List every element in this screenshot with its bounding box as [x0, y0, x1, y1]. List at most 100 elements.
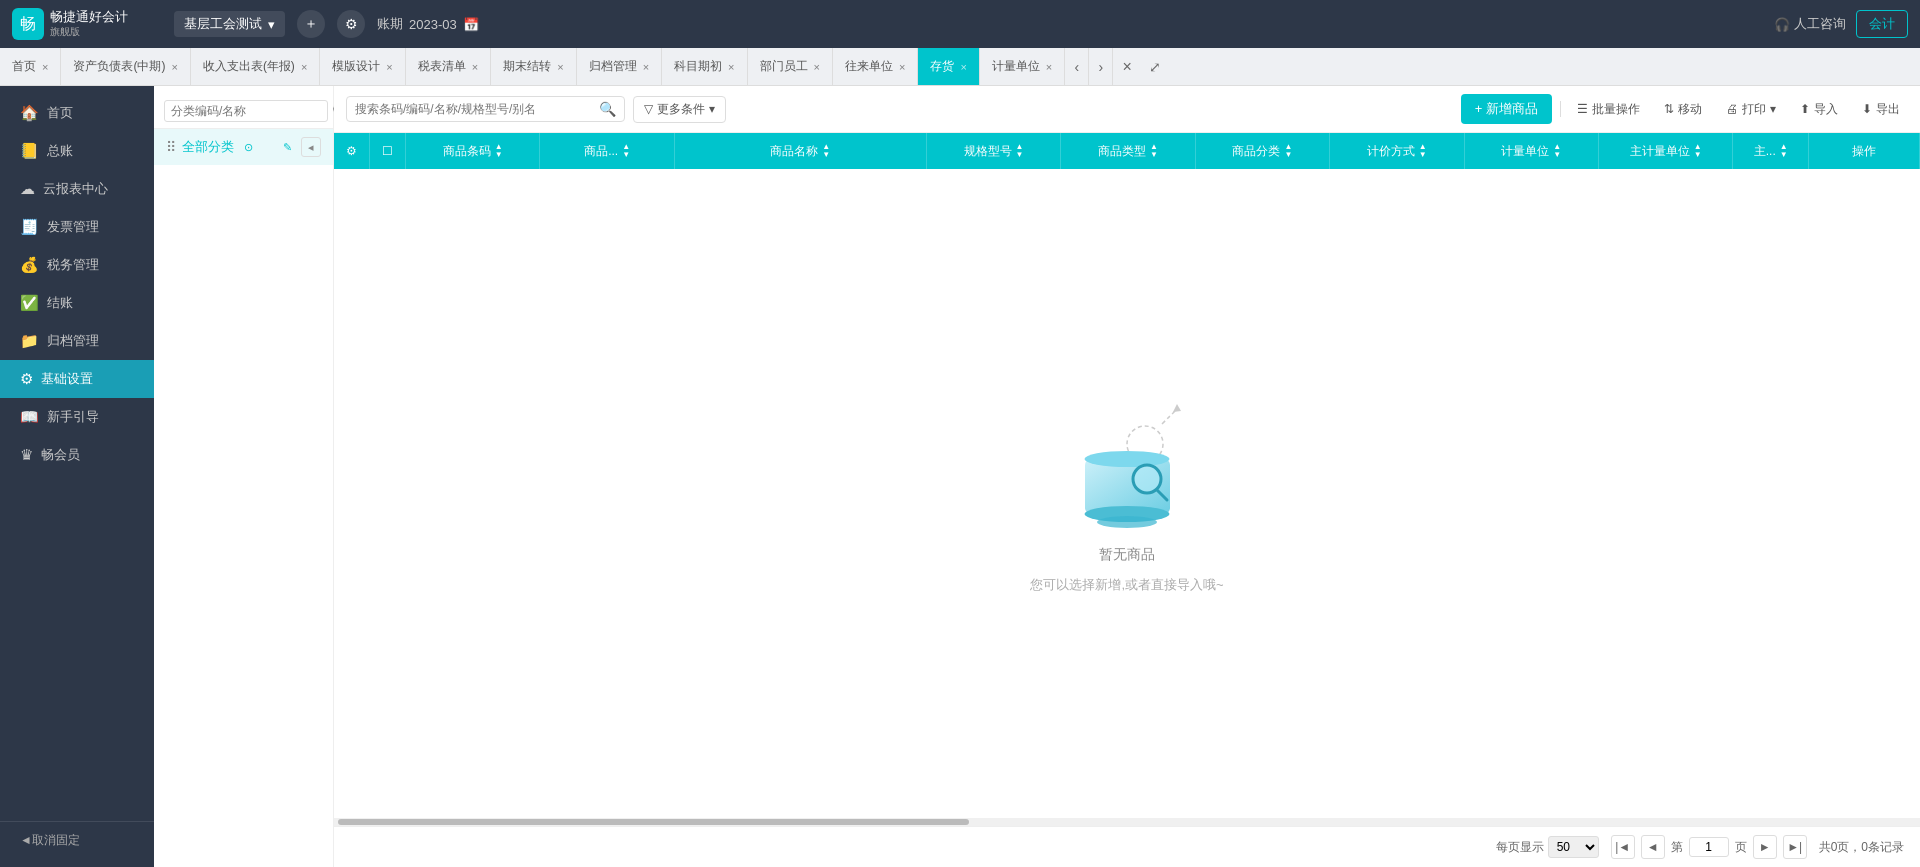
tab-tax-list[interactable]: 税表清单 ×	[406, 48, 491, 86]
sidebar-item-archive[interactable]: 📁 归档管理	[0, 322, 154, 360]
sidebar-item-home[interactable]: 🏠 首页	[0, 94, 154, 132]
pagination: |◄ ◄ 第 页 ► ►|	[1611, 835, 1807, 859]
product-search-input[interactable]	[355, 102, 595, 116]
tab-close-icon[interactable]: ×	[386, 61, 392, 73]
th-price-mode[interactable]: 计价方式 ▲▼	[1330, 133, 1464, 169]
sidebar-item-cloud-report[interactable]: ☁ 云报表中心	[0, 170, 154, 208]
tab-dept-staff[interactable]: 部门员工 ×	[748, 48, 833, 86]
tab-next-button[interactable]: ›	[1089, 48, 1113, 86]
tab-inventory[interactable]: 存货 ×	[918, 48, 979, 86]
search-icon[interactable]: 🔍	[599, 101, 616, 117]
sidebar-label: 基础设置	[41, 370, 93, 388]
sidebar-item-ledger[interactable]: 📒 总账	[0, 132, 154, 170]
move-button[interactable]: ⇅ 移动	[1656, 97, 1710, 122]
tab-subject-init[interactable]: 科目期初 ×	[662, 48, 747, 86]
tab-close-all-button[interactable]: ×	[1113, 48, 1141, 86]
service-button[interactable]: 🎧 人工咨询	[1774, 15, 1846, 33]
th-product-type[interactable]: 商品类型 ▲▼	[1061, 133, 1195, 169]
sidebar-item-guide[interactable]: 📖 新手引导	[0, 398, 154, 436]
category-edit-button[interactable]: ✎	[277, 137, 297, 157]
horizontal-scrollbar[interactable]	[334, 818, 1920, 826]
tab-prev-button[interactable]: ‹	[1065, 48, 1089, 86]
tab-close-icon[interactable]: ×	[960, 61, 966, 73]
print-button[interactable]: 🖨 打印 ▾	[1718, 97, 1784, 122]
header-right: 🎧 人工咨询 会计	[1774, 10, 1908, 38]
tab-expand-button[interactable]: ⤢	[1141, 48, 1169, 86]
sidebar-item-basic-settings[interactable]: ⚙ 基础设置	[0, 360, 154, 398]
th-code[interactable]: 商品... ▲▼	[540, 133, 674, 169]
empty-title: 暂无商品	[1099, 546, 1155, 564]
sidebar-label: 税务管理	[47, 256, 99, 274]
th-operations: 操作	[1809, 133, 1920, 169]
ledger-icon: 📒	[20, 142, 39, 160]
sort-arrows-icon: ▲▼	[822, 143, 830, 159]
plus-icon[interactable]: ＋	[297, 10, 325, 38]
tab-template-design[interactable]: 模版设计 ×	[320, 48, 405, 86]
first-page-button[interactable]: |◄	[1611, 835, 1635, 859]
tab-close-icon[interactable]: ×	[301, 61, 307, 73]
category-search-input[interactable]	[164, 100, 328, 122]
th-main-unit[interactable]: 主计量单位 ▲▼	[1599, 133, 1733, 169]
tab-unit[interactable]: 计量单位 ×	[980, 48, 1065, 86]
tab-close-icon[interactable]: ×	[42, 61, 48, 73]
calendar-icon[interactable]: 📅	[463, 17, 479, 32]
sort-arrows-icon: ▲▼	[1419, 143, 1427, 159]
batch-operation-button[interactable]: ☰ 批量操作	[1569, 97, 1648, 122]
category-label: 全部分类	[182, 138, 234, 156]
th-product-category[interactable]: 商品分类 ▲▼	[1196, 133, 1330, 169]
tab-archive[interactable]: 归档管理 ×	[577, 48, 662, 86]
page-label-suffix: 页	[1735, 839, 1747, 856]
tab-close-icon[interactable]: ×	[1046, 61, 1052, 73]
settings-icon[interactable]: ⚙	[337, 10, 365, 38]
sidebar-label: 归档管理	[47, 332, 99, 350]
table-area: ⚙ ☐ 商品条码 ▲▼ 商品... ▲▼ 商品名称 ▲▼	[334, 133, 1920, 826]
chevron-down-icon: ▾	[709, 102, 715, 116]
th-unit[interactable]: 计量单位 ▲▼	[1465, 133, 1599, 169]
tab-close-icon[interactable]: ×	[899, 61, 905, 73]
th-gear[interactable]: ⚙	[334, 133, 370, 169]
invoice-icon: 🧾	[20, 218, 39, 236]
filter-button[interactable]: ▽ 更多条件 ▾	[633, 96, 726, 123]
th-name[interactable]: 商品名称 ▲▼	[675, 133, 927, 169]
per-page-select[interactable]: 20 50 100 200	[1548, 836, 1599, 858]
top-header: 畅 畅捷通好会计 旗舰版 基层工会测试 ▾ ＋ ⚙ 账期 2023-03 📅 🎧…	[0, 0, 1920, 48]
tab-home[interactable]: 首页 ×	[0, 48, 61, 86]
tab-close-icon[interactable]: ×	[557, 61, 563, 73]
filter-label: 更多条件	[657, 101, 705, 118]
tab-period-carry[interactable]: 期末结转 ×	[491, 48, 576, 86]
export-button[interactable]: ⬇ 导出	[1854, 97, 1908, 122]
tab-close-icon[interactable]: ×	[814, 61, 820, 73]
th-barcode[interactable]: 商品条码 ▲▼	[406, 133, 540, 169]
page-size-selector: 每页显示 20 50 100 200	[1496, 836, 1599, 858]
table-section: 🔍 ▽ 更多条件 ▾ + 新增商品 ☰ 批量操作	[334, 86, 1920, 867]
th-extra[interactable]: 主... ▲▼	[1733, 133, 1809, 169]
category-collapse-button[interactable]: ◂	[301, 137, 321, 157]
th-checkbox[interactable]: ☐	[370, 133, 406, 169]
filter-icon: ▽	[644, 102, 653, 116]
add-product-button[interactable]: + 新增商品	[1461, 94, 1552, 124]
tab-close-icon[interactable]: ×	[728, 61, 734, 73]
category-all[interactable]: ⠿ 全部分类 ⊙ ✎ ◂	[154, 129, 333, 165]
sidebar-item-settle[interactable]: ✅ 结账	[0, 284, 154, 322]
scrollbar-thumb[interactable]	[338, 819, 969, 825]
tab-income-statement[interactable]: 收入支出表(年报) ×	[191, 48, 320, 86]
sidebar-item-member[interactable]: ♛ 畅会员	[0, 436, 154, 474]
tab-close-icon[interactable]: ×	[171, 61, 177, 73]
tab-close-icon[interactable]: ×	[643, 61, 649, 73]
accounting-button[interactable]: 会计	[1856, 10, 1908, 38]
sidebar-pin-button[interactable]: ◄取消固定	[0, 821, 154, 859]
th-spec[interactable]: 规格型号 ▲▼	[927, 133, 1061, 169]
export-icon: ⬇	[1862, 102, 1872, 116]
page-number-input[interactable]	[1689, 837, 1729, 857]
last-page-button[interactable]: ►|	[1783, 835, 1807, 859]
sidebar-item-tax[interactable]: 💰 税务管理	[0, 246, 154, 284]
company-selector[interactable]: 基层工会测试 ▾	[174, 11, 285, 37]
tab-balance-sheet[interactable]: 资产负债表(中期) ×	[61, 48, 190, 86]
tab-close-icon[interactable]: ×	[472, 61, 478, 73]
import-button[interactable]: ⬆ 导入	[1792, 97, 1846, 122]
empty-state: 暂无商品 您可以选择新增,或者直接导入哦~	[334, 169, 1920, 818]
prev-page-button[interactable]: ◄	[1641, 835, 1665, 859]
sidebar-item-invoice[interactable]: 🧾 发票管理	[0, 208, 154, 246]
tab-partners[interactable]: 往来单位 ×	[833, 48, 918, 86]
next-page-button[interactable]: ►	[1753, 835, 1777, 859]
